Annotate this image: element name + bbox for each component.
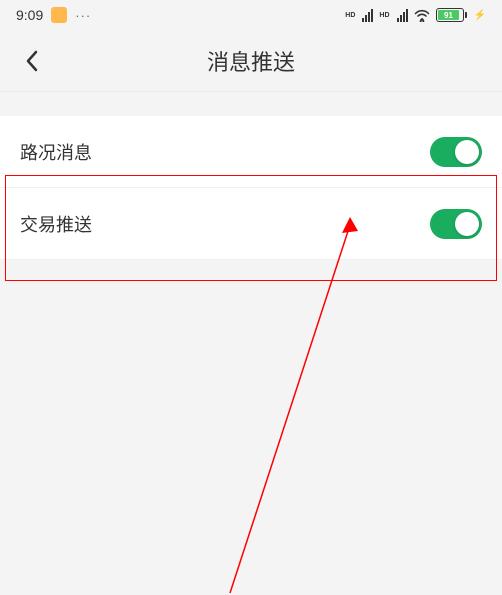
toggle-traffic[interactable] bbox=[430, 137, 482, 167]
toggle-transaction[interactable] bbox=[430, 209, 482, 239]
recent-app-icon bbox=[51, 7, 67, 23]
wifi-icon bbox=[414, 8, 430, 22]
back-button[interactable] bbox=[20, 49, 44, 73]
setting-label-transaction: 交易推送 bbox=[20, 211, 92, 237]
charging-icon: ⚡ bbox=[474, 10, 486, 21]
status-bar: 9:09 ··· HD HD 91 bbox=[0, 0, 502, 30]
settings-list: 路况消息 交易推送 bbox=[0, 116, 502, 260]
setting-row-transaction: 交易推送 bbox=[0, 188, 502, 260]
battery-level: 91 bbox=[444, 11, 453, 20]
header: 消息推送 bbox=[0, 30, 502, 92]
signal-bars-2 bbox=[397, 9, 408, 22]
toggle-knob bbox=[455, 212, 479, 236]
page-title: 消息推送 bbox=[207, 45, 295, 77]
setting-row-traffic: 路况消息 bbox=[0, 116, 502, 188]
status-time: 9:09 bbox=[16, 7, 43, 23]
setting-label-traffic: 路况消息 bbox=[20, 139, 92, 165]
battery-indicator: 91 bbox=[436, 8, 467, 22]
status-right: HD HD 91 ⚡ bbox=[345, 8, 486, 22]
signal-bars-1 bbox=[362, 9, 373, 22]
hd-label-2: HD bbox=[379, 12, 389, 19]
more-dots: ··· bbox=[75, 8, 91, 23]
status-left: 9:09 ··· bbox=[16, 7, 91, 23]
toggle-knob bbox=[455, 140, 479, 164]
chevron-left-icon bbox=[25, 50, 39, 72]
hd-label-1: HD bbox=[345, 12, 355, 19]
annotation-arrow bbox=[210, 215, 380, 595]
